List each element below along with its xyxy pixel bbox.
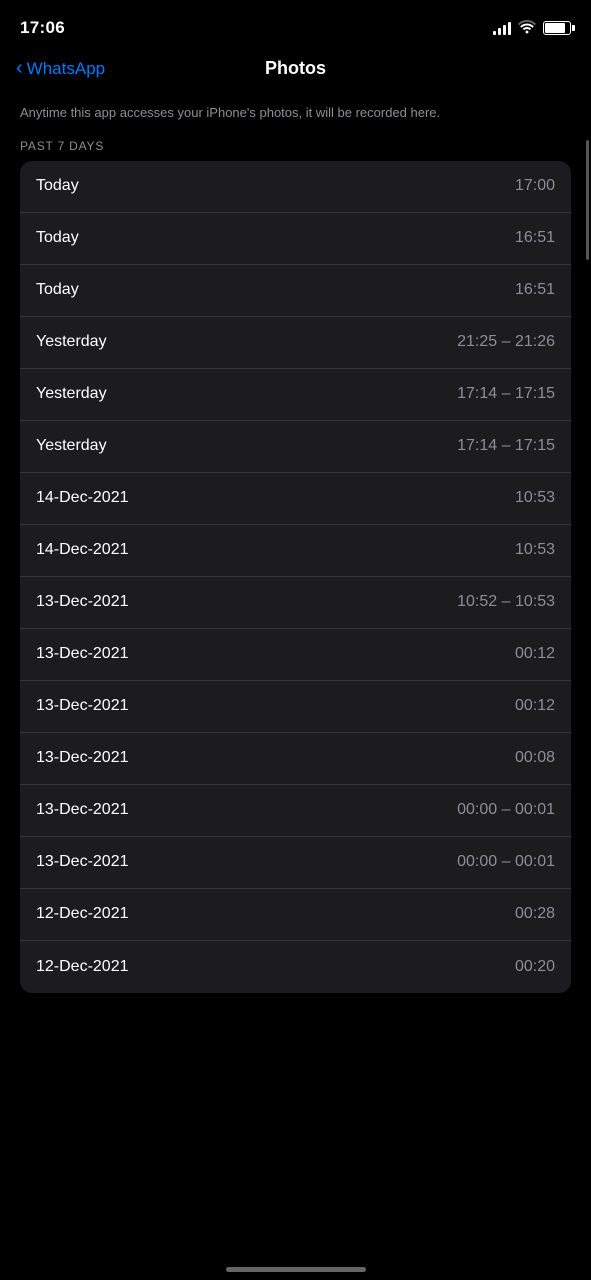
description-text: Anytime this app accesses your iPhone's … bbox=[0, 95, 591, 139]
row-time-label: 17:14 – 17:15 bbox=[457, 437, 555, 455]
table-row: Yesterday 17:14 – 17:15 bbox=[20, 421, 571, 473]
back-button[interactable]: ‹ WhatsApp bbox=[16, 59, 105, 79]
row-date-label: Yesterday bbox=[36, 333, 107, 351]
table-row: 14-Dec-2021 10:53 bbox=[20, 525, 571, 577]
signal-icon bbox=[493, 21, 511, 35]
row-date-label: 13-Dec-2021 bbox=[36, 749, 129, 767]
row-time-label: 00:08 bbox=[515, 749, 555, 767]
row-date-label: 13-Dec-2021 bbox=[36, 853, 129, 871]
table-row: 12-Dec-2021 00:28 bbox=[20, 889, 571, 941]
row-date-label: Today bbox=[36, 177, 79, 195]
row-time-label: 00:12 bbox=[515, 697, 555, 715]
row-time-label: 00:28 bbox=[515, 905, 555, 923]
row-time-label: 10:53 bbox=[515, 489, 555, 507]
table-row: 13-Dec-2021 00:12 bbox=[20, 629, 571, 681]
row-date-label: 13-Dec-2021 bbox=[36, 645, 129, 663]
table-row: Today 16:51 bbox=[20, 265, 571, 317]
table-row: 13-Dec-2021 00:12 bbox=[20, 681, 571, 733]
status-icons bbox=[493, 20, 571, 37]
row-date-label: Yesterday bbox=[36, 437, 107, 455]
row-time-label: 10:52 – 10:53 bbox=[457, 593, 555, 611]
row-date-label: 13-Dec-2021 bbox=[36, 697, 129, 715]
row-time-label: 16:51 bbox=[515, 281, 555, 299]
row-date-label: Yesterday bbox=[36, 385, 107, 403]
scrollbar[interactable] bbox=[586, 140, 589, 260]
back-label: WhatsApp bbox=[27, 59, 105, 79]
table-row: Today 17:00 bbox=[20, 161, 571, 213]
row-time-label: 16:51 bbox=[515, 229, 555, 247]
status-bar: 17:06 bbox=[0, 0, 591, 50]
table-row: 13-Dec-2021 00:00 – 00:01 bbox=[20, 785, 571, 837]
row-time-label: 17:00 bbox=[515, 177, 555, 195]
row-date-label: 12-Dec-2021 bbox=[36, 905, 129, 923]
row-date-label: Today bbox=[36, 229, 79, 247]
nav-header: ‹ WhatsApp Photos bbox=[0, 50, 591, 95]
row-date-label: 14-Dec-2021 bbox=[36, 489, 129, 507]
page-title: Photos bbox=[265, 58, 326, 79]
table-row: Today 16:51 bbox=[20, 213, 571, 265]
row-time-label: 10:53 bbox=[515, 541, 555, 559]
row-time-label: 17:14 – 17:15 bbox=[457, 385, 555, 403]
table-row: Yesterday 21:25 – 21:26 bbox=[20, 317, 571, 369]
row-time-label: 00:00 – 00:01 bbox=[457, 801, 555, 819]
table-row: 12-Dec-2021 00:20 bbox=[20, 941, 571, 993]
row-date-label: Today bbox=[36, 281, 79, 299]
row-date-label: 13-Dec-2021 bbox=[36, 801, 129, 819]
status-time: 17:06 bbox=[20, 18, 65, 38]
table-row: 13-Dec-2021 00:00 – 00:01 bbox=[20, 837, 571, 889]
table-row: 13-Dec-2021 00:08 bbox=[20, 733, 571, 785]
battery-icon bbox=[543, 21, 571, 35]
row-date-label: 14-Dec-2021 bbox=[36, 541, 129, 559]
row-time-label: 00:20 bbox=[515, 958, 555, 976]
table-row: 13-Dec-2021 10:52 – 10:53 bbox=[20, 577, 571, 629]
row-date-label: 13-Dec-2021 bbox=[36, 593, 129, 611]
section-header: PAST 7 DAYS bbox=[0, 139, 591, 161]
access-log-list: Today 17:00 Today 16:51 Today 16:51 Yesterday 2… bbox=[20, 161, 571, 993]
table-row: Yesterday 17:14 – 17:15 bbox=[20, 369, 571, 421]
row-time-label: 00:00 – 00:01 bbox=[457, 853, 555, 871]
table-row: 14-Dec-2021 10:53 bbox=[20, 473, 571, 525]
row-time-label: 21:25 – 21:26 bbox=[457, 333, 555, 351]
row-time-label: 00:12 bbox=[515, 645, 555, 663]
wifi-icon bbox=[518, 20, 536, 37]
row-date-label: 12-Dec-2021 bbox=[36, 958, 129, 976]
chevron-left-icon: ‹ bbox=[16, 58, 23, 78]
home-indicator bbox=[226, 1267, 366, 1272]
